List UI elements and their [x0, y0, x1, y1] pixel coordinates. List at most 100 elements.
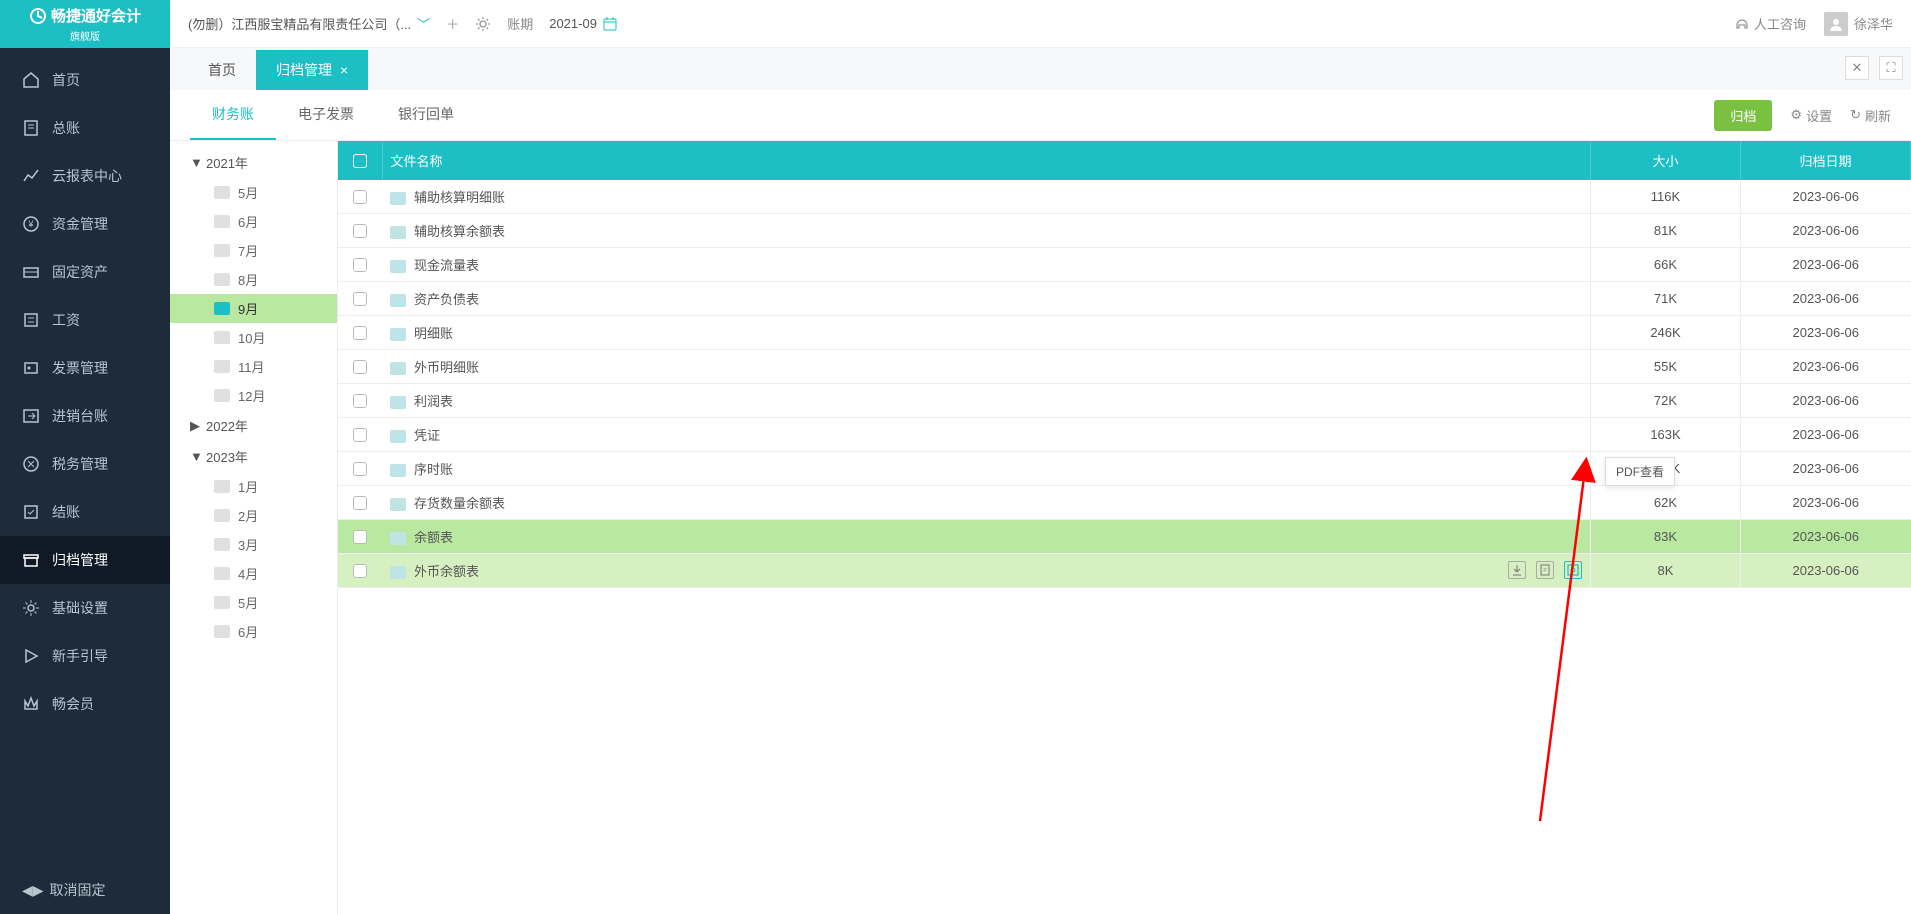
tree-month[interactable]: 5月: [170, 178, 337, 207]
table-row[interactable]: 利润表72K2023-06-06: [338, 384, 1911, 418]
nav-item-tax[interactable]: 税务管理: [0, 440, 170, 488]
nav-item-close[interactable]: 结账: [0, 488, 170, 536]
gear-icon[interactable]: [475, 16, 491, 32]
row-checkbox[interactable]: [353, 462, 367, 476]
nav-item-inout[interactable]: 进销台账: [0, 392, 170, 440]
file-name: 存货数量余额表: [414, 496, 505, 511]
row-checkbox[interactable]: [353, 326, 367, 340]
tree-month-label: 4月: [238, 564, 258, 583]
fullscreen-icon[interactable]: ⛶: [1879, 56, 1903, 80]
file-folder-icon: [390, 464, 406, 477]
download-icon[interactable]: [1508, 561, 1526, 579]
nav-item-chart[interactable]: 云报表中心: [0, 152, 170, 200]
nav-item-invoice[interactable]: 发票管理: [0, 344, 170, 392]
svg-text:¥: ¥: [27, 219, 34, 229]
nav-item-guide[interactable]: 新手引导: [0, 632, 170, 680]
pdf-icon[interactable]: P: [1536, 561, 1554, 579]
table-row[interactable]: 外币余额表P8K2023-06-06: [338, 554, 1911, 588]
help-link[interactable]: 人工咨询: [1734, 14, 1806, 33]
tree-month-label: 11月: [238, 357, 265, 376]
nav-item-vip[interactable]: 畅会员: [0, 680, 170, 728]
tree-month[interactable]: 10月: [170, 323, 337, 352]
subtab-1[interactable]: 电子发票: [276, 90, 376, 140]
nav-item-label: 资金管理: [52, 214, 108, 234]
subtab-0[interactable]: 财务账: [190, 90, 276, 140]
archive-button[interactable]: 归档: [1714, 100, 1772, 131]
nav-item-salary[interactable]: 工资: [0, 296, 170, 344]
file-folder-icon: [390, 260, 406, 273]
row-checkbox[interactable]: [353, 360, 367, 374]
sidebar-unpin[interactable]: ◀▶ 取消固定: [0, 866, 170, 914]
invoice-icon: [22, 359, 40, 377]
chevron-down-icon: ﹀: [417, 14, 430, 33]
tree-year-label: 2023年: [206, 447, 248, 466]
tab-home[interactable]: 首页: [188, 50, 256, 90]
row-checkbox[interactable]: [353, 530, 367, 544]
pdf-view-icon[interactable]: [1564, 561, 1582, 579]
row-checkbox[interactable]: [353, 394, 367, 408]
chart-icon: [22, 167, 40, 185]
row-checkbox[interactable]: [353, 292, 367, 306]
tab-close-icon[interactable]: ×: [340, 62, 348, 78]
tab-home-label: 首页: [208, 62, 236, 78]
tab-archive[interactable]: 归档管理 ×: [256, 50, 368, 90]
table-row[interactable]: 辅助核算明细账116K2023-06-06: [338, 180, 1911, 214]
select-all-checkbox[interactable]: [353, 154, 367, 168]
table-row[interactable]: 资产负债表71K2023-06-06: [338, 282, 1911, 316]
table-row[interactable]: 明细账246K2023-06-06: [338, 316, 1911, 350]
tree-year[interactable]: ▶2022年: [170, 410, 337, 441]
tab-close-all[interactable]: ✕: [1845, 56, 1869, 80]
row-checkbox[interactable]: [353, 428, 367, 442]
close-icon: [22, 503, 40, 521]
file-name: 辅助核算明细账: [414, 190, 505, 205]
period-value[interactable]: 2021-09: [549, 16, 617, 31]
tree-month[interactable]: 9月: [170, 294, 337, 323]
tree-month[interactable]: 3月: [170, 530, 337, 559]
nav-item-ledger[interactable]: 总账: [0, 104, 170, 152]
table-row[interactable]: 存货数量余额表62K2023-06-06: [338, 486, 1911, 520]
nav-item-settings[interactable]: 基础设置: [0, 584, 170, 632]
row-checkbox[interactable]: [353, 564, 367, 578]
add-icon[interactable]: ＋: [446, 14, 459, 33]
company-selector[interactable]: (勿删）江西服宝精品有限责任公司（... ﹀: [188, 14, 430, 33]
nav-item-label: 税务管理: [52, 454, 108, 474]
file-date: 2023-06-06: [1741, 486, 1911, 520]
tree-month[interactable]: 11月: [170, 352, 337, 381]
tree-month[interactable]: 6月: [170, 207, 337, 236]
user-menu[interactable]: 徐泽华: [1824, 12, 1893, 36]
tree-year[interactable]: ▼2021年: [170, 147, 337, 178]
folder-icon: [214, 215, 230, 228]
tree-month[interactable]: 12月: [170, 381, 337, 410]
nav-item-money[interactable]: ¥ 资金管理: [0, 200, 170, 248]
tree-month[interactable]: 6月: [170, 617, 337, 646]
row-checkbox[interactable]: [353, 496, 367, 510]
tree-month[interactable]: 1月: [170, 472, 337, 501]
subtab-2[interactable]: 银行回单: [376, 90, 476, 140]
table-row[interactable]: 现金流量表66K2023-06-06: [338, 248, 1911, 282]
col-size: 大小: [1591, 141, 1741, 180]
tree-month[interactable]: 4月: [170, 559, 337, 588]
settings-link[interactable]: ⚙ 设置: [1790, 106, 1832, 125]
file-name: 现金流量表: [414, 258, 479, 273]
table-row[interactable]: 辅助核算余额表81K2023-06-06: [338, 214, 1911, 248]
tree-month[interactable]: 2月: [170, 501, 337, 530]
tree-month[interactable]: 8月: [170, 265, 337, 294]
nav-item-home[interactable]: 首页: [0, 56, 170, 104]
nav-item-archive[interactable]: 归档管理: [0, 536, 170, 584]
file-date: 2023-06-06: [1741, 180, 1911, 214]
tree-year[interactable]: ▼2023年: [170, 441, 337, 472]
nav-item-label: 工资: [52, 310, 80, 330]
tree-month[interactable]: 5月: [170, 588, 337, 617]
row-checkbox[interactable]: [353, 258, 367, 272]
nav-item-label: 新手引导: [52, 646, 108, 666]
table-row[interactable]: 余额表83K2023-06-06: [338, 520, 1911, 554]
tree-month-label: 9月: [238, 299, 258, 318]
table-row[interactable]: 凭证163K2023-06-06: [338, 418, 1911, 452]
table-row[interactable]: 外币明细账55K2023-06-06: [338, 350, 1911, 384]
nav-item-label: 发票管理: [52, 358, 108, 378]
row-checkbox[interactable]: [353, 190, 367, 204]
nav-item-asset[interactable]: 固定资产: [0, 248, 170, 296]
row-checkbox[interactable]: [353, 224, 367, 238]
tree-month[interactable]: 7月: [170, 236, 337, 265]
refresh-link[interactable]: ↻ 刷新: [1850, 106, 1891, 125]
